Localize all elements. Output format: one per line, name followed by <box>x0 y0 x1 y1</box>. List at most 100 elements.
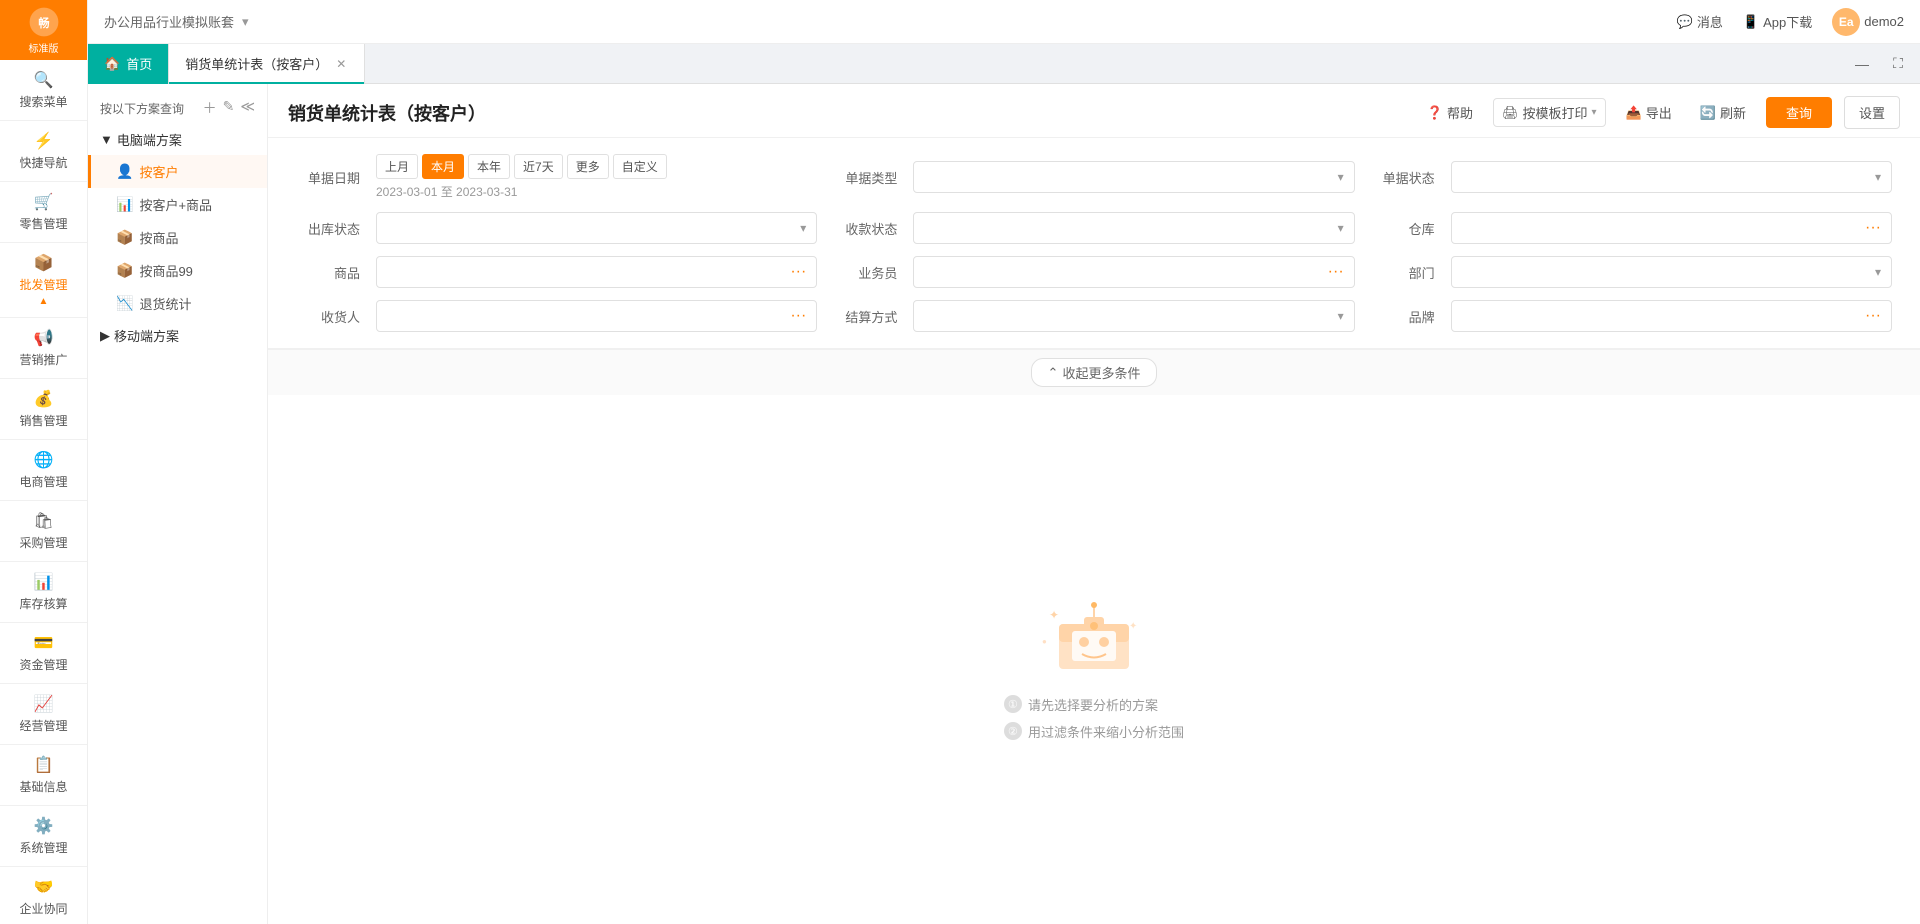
user-menu[interactable]: Ea demo2 <box>1832 8 1904 36</box>
query-button[interactable]: 查询 <box>1766 97 1832 128</box>
sidebar-item-label: 零售管理 <box>19 215 67 232</box>
message-label: 消息 <box>1697 12 1723 31</box>
receipt-status-filter-cell: ▾ <box>905 212 1362 244</box>
goods-label: 商品 <box>288 263 368 282</box>
this-year-btn[interactable]: 本年 <box>468 154 510 179</box>
more-date-btn[interactable]: 更多 <box>567 154 609 179</box>
settle-method-select[interactable]: ▾ <box>913 300 1354 332</box>
sidebar-item-operation[interactable]: 📈 经营管理 <box>0 684 87 745</box>
sidebar-item-purchase[interactable]: 🛍 采购管理 <box>0 501 87 562</box>
app-download-button[interactable]: 📱 App下载 <box>1743 12 1812 31</box>
tree-item-customer-product-label: 按客户+商品 <box>139 195 212 214</box>
tree-item-customer-product[interactable]: 📊 按客户+商品 <box>88 188 267 221</box>
left-panel: 按以下方案查询 ＋ ✎ ≪ ▼ 电脑端方案 👤 按客户 📊 <box>88 84 268 924</box>
tree-item-product-99-label: 按商品99 <box>139 261 192 280</box>
app-logo: 畅 标准版 <box>0 0 88 60</box>
salesperson-select[interactable]: ··· <box>913 256 1354 288</box>
tree-item-return-stat[interactable]: 📉 退货统计 <box>88 287 267 320</box>
chevron-down-icon: ▾ <box>1875 170 1881 184</box>
filter-area: 单据日期 上月 本月 本年 近7天 更多 自定义 2023-03-01 <box>268 138 1920 349</box>
last-month-btn[interactable]: 上月 <box>376 154 418 179</box>
sidebar-item-ecommerce[interactable]: 🌐 电商管理 <box>0 440 87 501</box>
sidebar-item-label: 库存核算 <box>19 595 67 612</box>
receiver-label: 收货人 <box>288 307 368 326</box>
edit-scheme-button[interactable]: ✎ <box>223 98 235 118</box>
sidebar-item-marketing[interactable]: 📢 营销推广 <box>0 318 87 379</box>
sidebar-item-search[interactable]: 🔍 搜索菜单 <box>0 60 87 121</box>
collapse-row: ⌃ 收起更多条件 <box>268 349 1920 395</box>
filter-row-1: 单据日期 上月 本月 本年 近7天 更多 自定义 2023-03-01 <box>288 154 1900 200</box>
out-status-select[interactable]: ▾ <box>376 212 817 244</box>
help-button[interactable]: ❓ 帮助 <box>1419 99 1481 126</box>
empty-illustration: ✦ ✦ ● <box>1034 579 1154 679</box>
receipt-status-label: 收款状态 <box>825 219 905 238</box>
doc-status-select[interactable]: ▾ <box>1451 161 1892 193</box>
filter-row-4: 收货人 ··· 结算方式 ▾ 品牌 <box>288 300 1900 332</box>
tree-item-by-product[interactable]: 📦 按商品 <box>88 221 267 254</box>
customer-product-icon: 📊 <box>116 196 133 213</box>
tab-home[interactable]: 🏠 首页 <box>88 44 169 84</box>
tree-item-by-customer[interactable]: 👤 按客户 <box>88 155 267 188</box>
chevron-down-icon: ▾ <box>1338 221 1344 235</box>
doc-type-label: 单据类型 <box>825 168 905 187</box>
sidebar-item-finance[interactable]: 💳 资金管理 <box>0 623 87 684</box>
goods-select[interactable]: ··· <box>376 256 817 288</box>
tree-desktop-header[interactable]: ▼ 电脑端方案 <box>88 124 267 155</box>
template-print-button[interactable]: 🖨 按模板打印 ▾ <box>1493 98 1606 127</box>
brand-select[interactable]: ··· <box>1451 300 1892 332</box>
chevron-down-icon: ▾ <box>1592 107 1597 118</box>
sidebar-item-label: 采购管理 <box>19 534 67 551</box>
breadcrumb: 办公用品行业模拟账套 <box>104 12 234 31</box>
tab-minimize-button[interactable]: — <box>1848 50 1876 78</box>
download-icon: 📱 <box>1743 14 1759 30</box>
last-7-days-btn[interactable]: 近7天 <box>514 154 563 179</box>
out-status-label: 出库状态 <box>288 219 368 238</box>
receipt-status-select[interactable]: ▾ <box>913 212 1354 244</box>
app-download-label: App下载 <box>1763 12 1812 31</box>
tree-desktop-group: ▼ 电脑端方案 👤 按客户 📊 按客户+商品 📦 按商品 📦 按商品 <box>88 124 267 320</box>
date-range-text: 2023-03-01 至 2023-03-31 <box>376 183 817 200</box>
logo-icon: 畅 <box>28 6 60 38</box>
svg-text:畅: 畅 <box>38 15 49 29</box>
this-month-btn[interactable]: 本月 <box>422 154 464 179</box>
settings-button[interactable]: 设置 <box>1844 96 1900 129</box>
header-actions: 💬 消息 📱 App下载 Ea demo2 <box>1677 8 1904 36</box>
tab-maximize-button[interactable]: ⛶ <box>1884 50 1912 78</box>
tab-close-button[interactable]: ✕ <box>334 55 348 73</box>
export-button[interactable]: 📤 导出 <box>1618 99 1680 126</box>
warehouse-select[interactable]: ··· <box>1451 212 1892 244</box>
sidebar-item-label: 营销推广 <box>19 351 67 368</box>
left-panel-action-buttons: ＋ ✎ ≪ <box>203 98 255 118</box>
sidebar-item-wholesale[interactable]: 📦 批发管理 ▲ <box>0 243 87 318</box>
sidebar-item-basic[interactable]: 📋 基础信息 <box>0 745 87 806</box>
doc-type-select[interactable]: ▾ <box>913 161 1354 193</box>
sidebar-item-cooperation[interactable]: 🤝 企业协同 <box>0 867 87 924</box>
tree-mobile-label: 移动端方案 <box>114 326 179 345</box>
search-icon: 🔍 <box>34 70 54 90</box>
sidebar-item-sales[interactable]: 💰 销售管理 <box>0 379 87 440</box>
tree-expand-icon: ▼ <box>100 132 113 147</box>
help-label: 帮助 <box>1447 103 1473 122</box>
message-button[interactable]: 💬 消息 <box>1677 12 1723 31</box>
scheme-query-label: 按以下方案查询 <box>100 100 184 117</box>
sidebar-item-label: 电商管理 <box>19 473 67 490</box>
refresh-button[interactable]: 🔄 刷新 <box>1692 99 1754 126</box>
sidebar-item-quick-nav[interactable]: ⚡ 快捷导航 <box>0 121 87 182</box>
receiver-select[interactable]: ··· <box>376 300 817 332</box>
add-scheme-button[interactable]: ＋ <box>203 98 217 118</box>
tree-collapse-icon: ▶ <box>100 328 110 344</box>
custom-date-btn[interactable]: 自定义 <box>613 154 667 179</box>
brand-more-icon: ··· <box>1865 307 1881 325</box>
filter-row-3: 商品 ··· 业务员 ··· 部门 <box>288 256 1900 288</box>
sidebar-item-inventory[interactable]: 📊 库存核算 <box>0 562 87 623</box>
dept-select[interactable]: ▾ <box>1451 256 1892 288</box>
sidebar-item-retail[interactable]: 🛒 零售管理 <box>0 182 87 243</box>
app-subtitle: 标准版 <box>29 40 59 55</box>
tree-item-product-99[interactable]: 📦 按商品99 <box>88 254 267 287</box>
sidebar-item-system[interactable]: ⚙️ 系统管理 <box>0 806 87 867</box>
date-filter: 上月 本月 本年 近7天 更多 自定义 2023-03-01 至 2023-03… <box>376 154 817 200</box>
collapse-panel-button[interactable]: ≪ <box>240 98 255 118</box>
collapse-button[interactable]: ⌃ 收起更多条件 <box>1031 358 1158 387</box>
tree-mobile-header[interactable]: ▶ 移动端方案 <box>88 320 267 351</box>
tab-sales-stat[interactable]: 销货单统计表（按客户） ✕ <box>169 44 365 84</box>
